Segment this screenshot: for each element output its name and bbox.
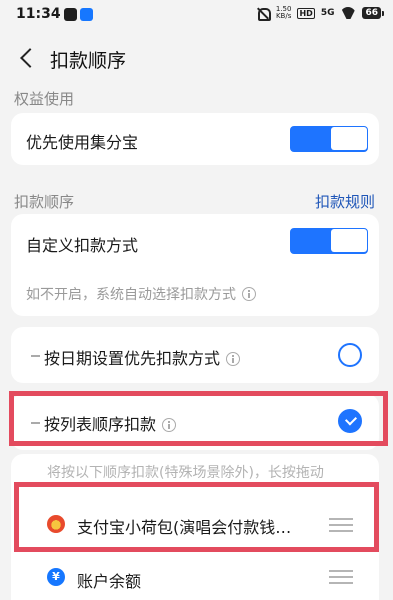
jifenbao-card: 优先使用集分宝 [11, 113, 379, 165]
status-time: 11:34 [16, 6, 61, 22]
custom-deduction-toggle[interactable] [290, 228, 368, 254]
custom-deduction-hint: 如不开启，系统自动选择扣款方式 [26, 284, 256, 304]
custom-deduction-card: 自定义扣款方式 如不开启，系统自动选择扣款方式 [11, 214, 379, 316]
option-by-date-radio[interactable] [338, 343, 362, 367]
option-by-date-card[interactable]: 按日期设置优先扣款方式 [11, 327, 379, 383]
jifenbao-label: 优先使用集分宝 [26, 133, 139, 152]
jifenbao-toggle[interactable] [290, 126, 368, 152]
signal-5g: 5G [320, 8, 335, 18]
drag-handle-icon[interactable] [329, 570, 353, 584]
back-arrow-icon[interactable] [18, 48, 38, 68]
section-label-order: 扣款顺序 [14, 193, 75, 211]
toggle-knob [331, 229, 367, 252]
payment-order-hint: 将按以下顺序扣款(特殊场景除外)，长按拖动 [47, 465, 324, 481]
status-bar: 11:34 1.50 KB/s HD 5G 66 [0, 0, 393, 30]
wifi-icon [340, 7, 356, 19]
option-by-date-label: 按日期设置优先扣款方式 [44, 345, 241, 369]
info-icon[interactable] [242, 287, 256, 301]
custom-deduction-hint-text: 如不开启，系统自动选择扣款方式 [26, 287, 236, 303]
nav-bar: 扣款顺序 [0, 40, 393, 76]
option-by-date-text: 按日期设置优先扣款方式 [44, 349, 221, 368]
page-title: 扣款顺序 [50, 50, 127, 72]
network-speed: 1.50 KB/s [275, 5, 292, 20]
deduction-rules-link[interactable]: 扣款规则 [315, 191, 375, 212]
payment-item-label: 账户余额 [77, 572, 142, 591]
dash-marker [31, 355, 40, 357]
status-indicators: 1.50 KB/s HD 5G 66 [256, 5, 384, 21]
alipay-notification-icon [80, 8, 93, 21]
mute-icon [256, 7, 271, 21]
payment-item[interactable]: ¥ 账户余额 [11, 562, 379, 600]
balance-icon: ¥ [47, 568, 65, 586]
info-icon[interactable] [226, 352, 241, 366]
custom-deduction-label: 自定义扣款方式 [26, 236, 139, 255]
highlight-box-option [9, 391, 388, 446]
hd-badge: HD [297, 7, 315, 19]
tiktok-notification-icon [64, 8, 77, 21]
battery-icon: 66 [362, 7, 384, 19]
toggle-knob [331, 127, 367, 150]
section-label-benefits: 权益使用 [14, 90, 75, 108]
highlight-box-payment [14, 482, 379, 552]
